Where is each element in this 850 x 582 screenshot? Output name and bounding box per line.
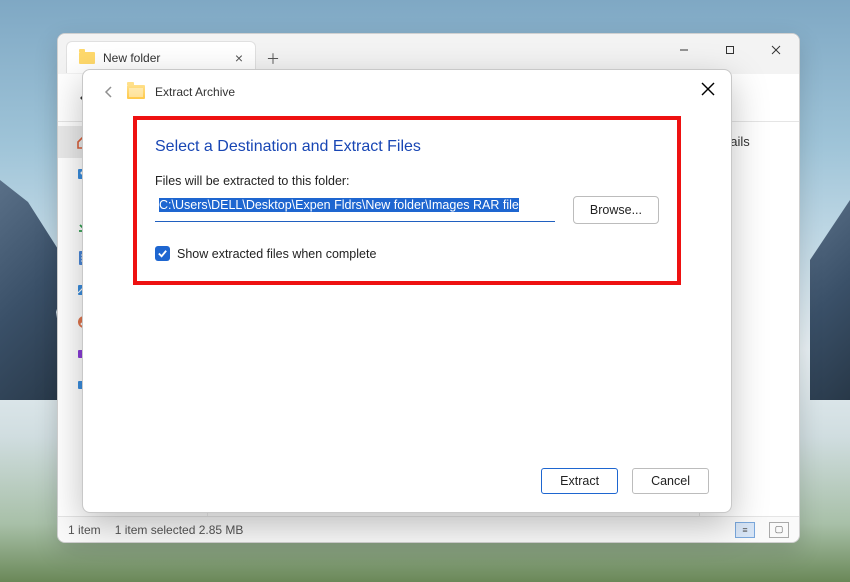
wizard-title: Select a Destination and Extract Files (155, 138, 659, 156)
path-value: C:\Users\DELL\Desktop\Expen Fldrs\New fo… (159, 198, 519, 212)
status-selected: 1 item selected 2.85 MB (115, 523, 244, 537)
folder-icon (79, 52, 95, 64)
show-files-checkbox[interactable] (155, 246, 170, 261)
extract-button[interactable]: Extract (541, 468, 618, 494)
minimize-button[interactable] (661, 34, 707, 66)
new-tab-button[interactable]: ＋ (266, 49, 280, 69)
browse-button[interactable]: Browse... (573, 196, 659, 224)
status-bar: 1 item 1 item selected 2.85 MB ≡ ▢ (58, 516, 799, 542)
view-thumbnails-button[interactable]: ▢ (769, 522, 789, 538)
destination-path-input[interactable]: C:\Users\DELL\Desktop\Expen Fldrs\New fo… (155, 198, 555, 222)
dialog-button-row: Extract Cancel (83, 456, 731, 512)
extract-archive-dialog: Extract Archive Select a Destination and… (82, 69, 732, 513)
path-label: Files will be extracted to this folder: (155, 174, 659, 188)
highlight-box: Select a Destination and Extract Files F… (133, 116, 681, 285)
maximize-button[interactable] (707, 34, 753, 66)
dialog-close-button[interactable] (701, 82, 717, 98)
close-button[interactable] (753, 34, 799, 66)
status-item-count: 1 item (68, 523, 101, 537)
tab-close-icon[interactable]: × (235, 50, 243, 66)
cancel-button[interactable]: Cancel (632, 468, 709, 494)
dialog-title: Extract Archive (155, 85, 235, 99)
view-details-button[interactable]: ≡ (735, 522, 755, 538)
archive-folder-icon (127, 85, 145, 99)
checkbox-label: Show extracted files when complete (177, 247, 376, 261)
dialog-back-button[interactable] (101, 84, 117, 100)
explorer-titlebar: New folder × ＋ (58, 34, 799, 74)
dialog-header: Extract Archive (83, 70, 731, 108)
tab-title: New folder (103, 51, 227, 65)
window-controls (661, 34, 799, 66)
